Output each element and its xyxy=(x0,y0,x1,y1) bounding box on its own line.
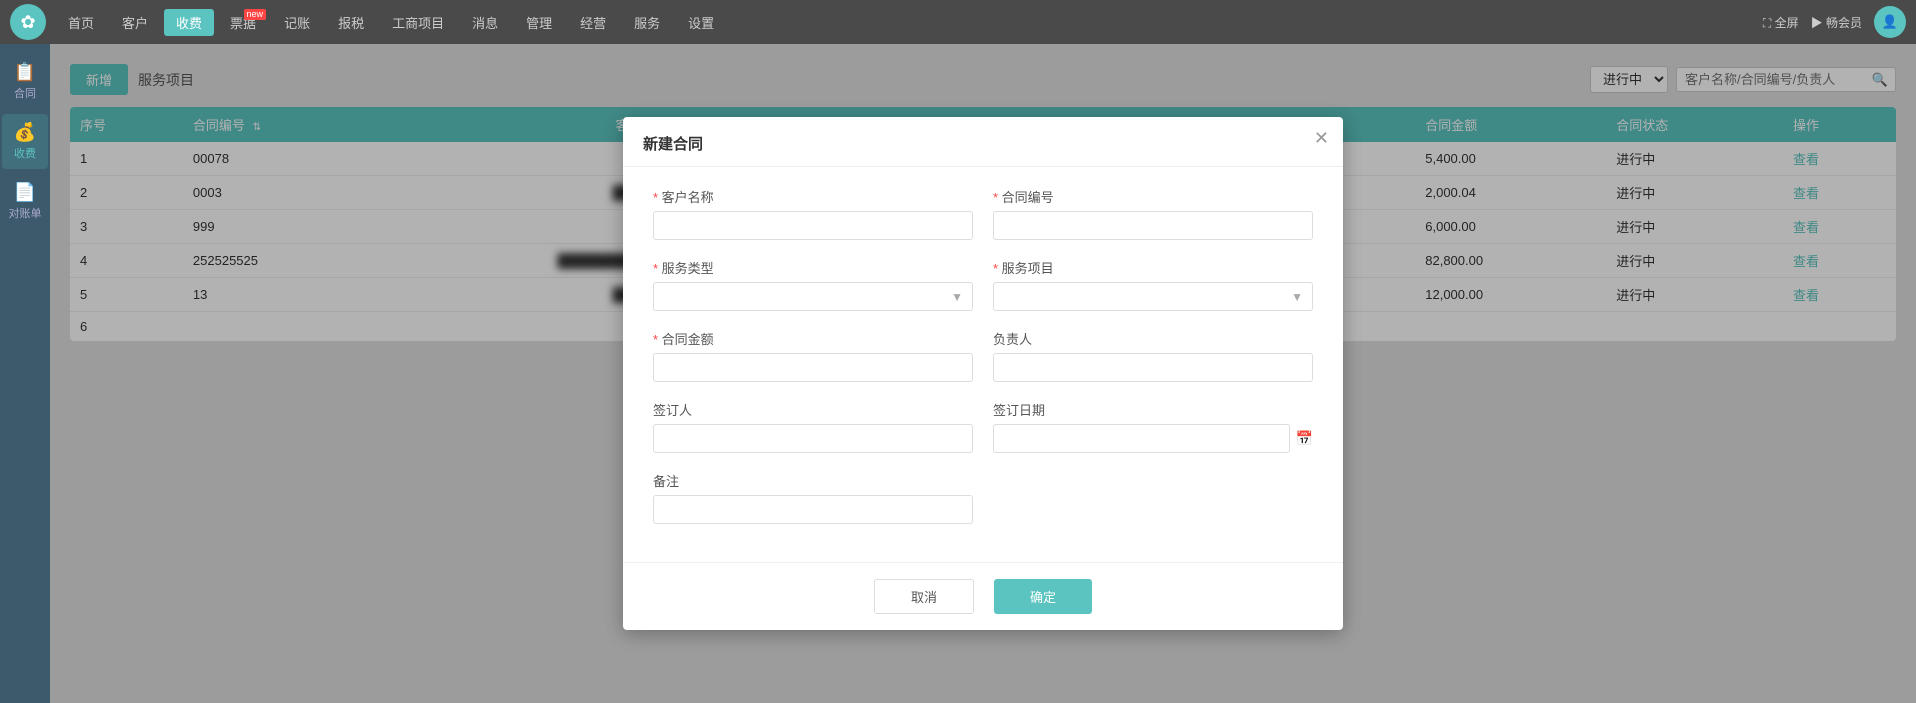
notes-input[interactable] xyxy=(653,495,973,524)
responsible-label: 负责人 xyxy=(993,329,1313,348)
reconcile-icon: 📄 xyxy=(14,182,36,203)
contract-amount-input[interactable]: 0.00 xyxy=(653,353,973,382)
sign-date-input[interactable]: 2023-06-06 xyxy=(993,424,1290,453)
form-row-1: 客户名称 合同编号 xyxy=(653,187,1313,240)
form-row-5: 备注 xyxy=(653,471,1313,524)
service-type-label: 服务类型 xyxy=(653,258,973,277)
modal-header: 新建合同 xyxy=(623,117,1343,167)
nav-message[interactable]: 消息 xyxy=(460,9,510,36)
service-item-label: 服务项目 xyxy=(993,258,1313,277)
fee-icon: 💰 xyxy=(14,122,36,143)
sidebar-reconcile-label: 对账单 xyxy=(9,205,42,221)
logo-icon: ✿ xyxy=(20,12,35,33)
field-signatory: 签订人 xyxy=(653,400,973,453)
notes-label-field: 备注 xyxy=(653,471,973,524)
field-responsible: 负责人 xyxy=(993,329,1313,382)
sign-date-label: 签订日期 xyxy=(993,400,1313,419)
signatory-input[interactable] xyxy=(653,424,973,453)
field-contract-no: 合同编号 xyxy=(993,187,1313,240)
service-type-select[interactable] xyxy=(653,282,973,311)
confirm-button[interactable]: 确定 xyxy=(994,579,1092,614)
field-service-item: 服务项目 ▼ xyxy=(993,258,1313,311)
contract-icon: 📋 xyxy=(14,62,36,83)
nav-manage[interactable]: 管理 xyxy=(514,9,564,36)
sidebar-contract-label: 合同 xyxy=(14,85,36,101)
new-badge: new xyxy=(244,9,267,20)
modal-overlay: 新建合同 ✕ 客户名称 合同编号 服务类型 xyxy=(50,44,1916,703)
sidebar-fee-label: 收费 xyxy=(14,145,36,161)
avatar-icon: 👤 xyxy=(1882,14,1898,30)
nav-client[interactable]: 客户 xyxy=(110,9,160,36)
cancel-button[interactable]: 取消 xyxy=(874,579,974,614)
field-contract-amount: 合同金额 0.00 xyxy=(653,329,973,382)
sidebar: 📋 合同 💰 收费 📄 对账单 xyxy=(0,44,50,703)
member-icon: ▶ xyxy=(1811,16,1823,30)
logo: ✿ xyxy=(10,4,46,40)
form-row-2: 服务类型 ▼ 服务项目 ▼ xyxy=(653,258,1313,311)
calendar-icon[interactable]: 📅 xyxy=(1296,430,1313,447)
sidebar-item-contract[interactable]: 📋 合同 xyxy=(2,54,48,109)
sidebar-item-fee[interactable]: 💰 收费 xyxy=(2,114,48,169)
nav-invoice[interactable]: 票据 new xyxy=(218,9,268,36)
sidebar-item-reconcile[interactable]: 📄 对账单 xyxy=(2,174,48,229)
signatory-label: 签订人 xyxy=(653,400,973,419)
field-service-type: 服务类型 ▼ xyxy=(653,258,973,311)
modal-body: 客户名称 合同编号 服务类型 ▼ xyxy=(623,167,1343,562)
nav-fee[interactable]: 收费 xyxy=(164,9,214,36)
modal-close-button[interactable]: ✕ xyxy=(1314,129,1329,147)
responsible-input[interactable] xyxy=(993,353,1313,382)
fullscreen-button[interactable]: ⛶ 全屏 xyxy=(1763,14,1799,31)
nav-operation[interactable]: 经营 xyxy=(568,9,618,36)
sign-date-wrap: 2023-06-06 📅 xyxy=(993,424,1313,453)
member-button[interactable]: ▶ 畅会员 xyxy=(1811,14,1862,31)
customer-name-input[interactable] xyxy=(653,211,973,240)
nav-settings[interactable]: 设置 xyxy=(676,9,726,36)
new-contract-modal: 新建合同 ✕ 客户名称 合同编号 服务类型 xyxy=(623,117,1343,630)
fullscreen-icon: ⛶ xyxy=(1763,16,1771,30)
user-avatar[interactable]: 👤 xyxy=(1874,6,1906,38)
top-navigation: ✿ 首页 客户 收费 票据 new 记账 报税 工商项目 消息 管理 经营 服务… xyxy=(0,0,1916,44)
contract-no-label: 合同编号 xyxy=(993,187,1313,206)
service-item-select[interactable] xyxy=(993,282,1313,311)
contract-amount-label: 合同金额 xyxy=(653,329,973,348)
nav-menu: 首页 客户 收费 票据 new 记账 报税 工商项目 消息 管理 经营 服务 设… xyxy=(56,9,726,36)
customer-name-label: 客户名称 xyxy=(653,187,973,206)
field-sign-date: 签订日期 2023-06-06 📅 xyxy=(993,400,1313,453)
contract-no-input[interactable] xyxy=(993,211,1313,240)
nav-bookkeeping[interactable]: 记账 xyxy=(272,9,322,36)
service-type-select-wrap: ▼ xyxy=(653,282,973,311)
modal-footer: 取消 确定 xyxy=(623,562,1343,630)
form-row-4: 签订人 签订日期 2023-06-06 📅 xyxy=(653,400,1313,453)
form-row-3: 合同金额 0.00 负责人 xyxy=(653,329,1313,382)
nav-tax[interactable]: 报税 xyxy=(326,9,376,36)
top-nav-right: ⛶ 全屏 ▶ 畅会员 👤 xyxy=(1763,6,1906,38)
nav-home[interactable]: 首页 xyxy=(56,9,106,36)
field-customer-name: 客户名称 xyxy=(653,187,973,240)
notes-label: 备注 xyxy=(653,471,973,490)
nav-business[interactable]: 工商项目 xyxy=(380,9,456,36)
service-item-select-wrap: ▼ xyxy=(993,282,1313,311)
nav-service[interactable]: 服务 xyxy=(622,9,672,36)
modal-title: 新建合同 xyxy=(643,136,703,153)
